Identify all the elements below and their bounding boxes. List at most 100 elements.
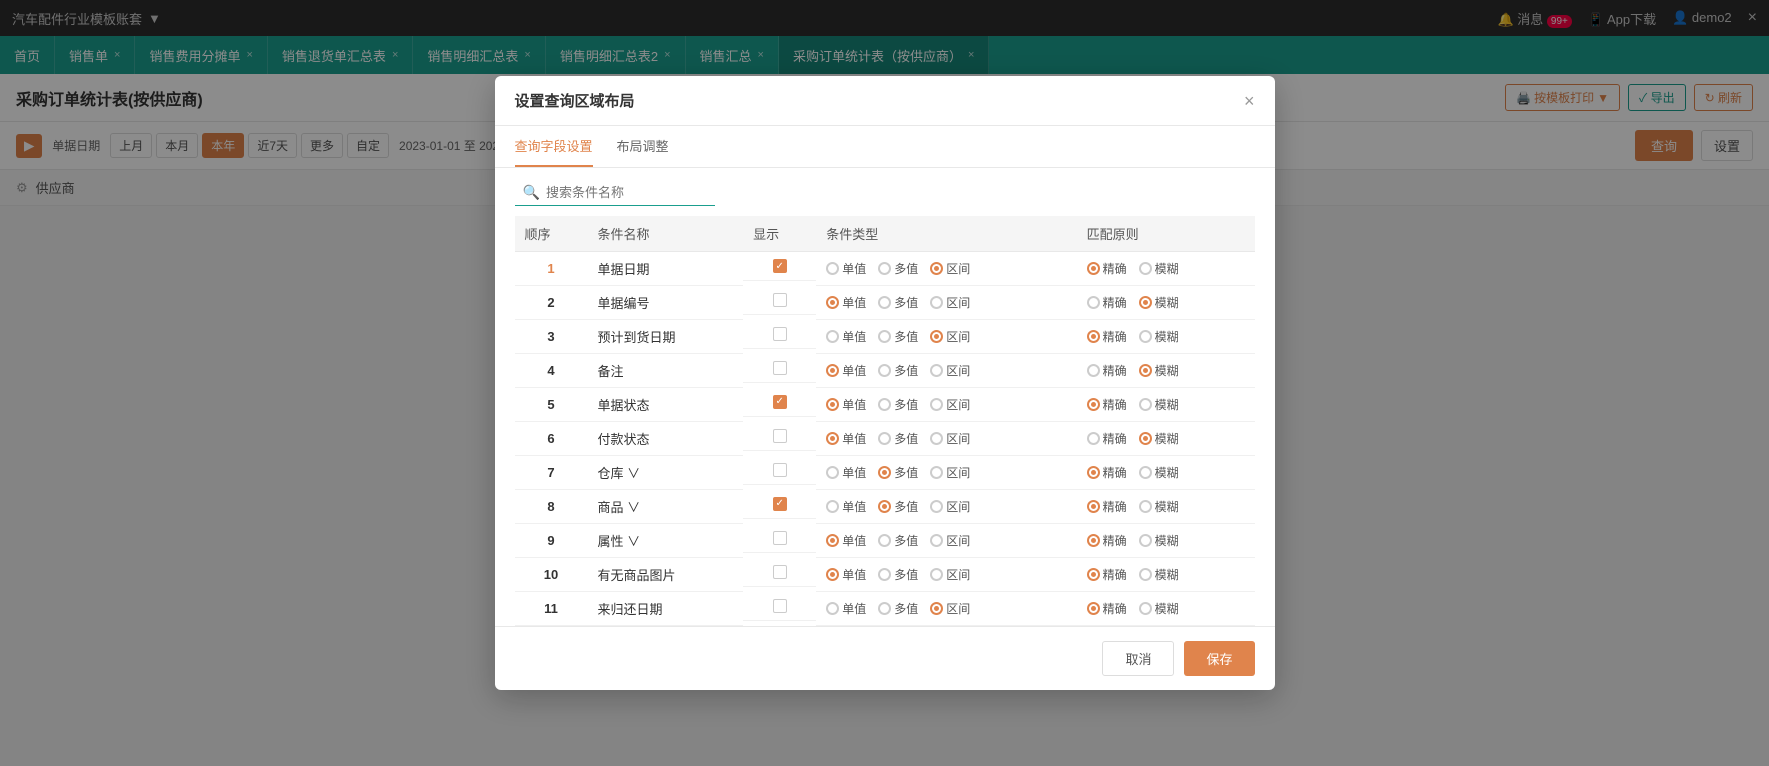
table-row: 3预计到货日期单值多值区间精确模糊 [515, 320, 1255, 354]
row-type: 单值多值区间 [816, 286, 1076, 320]
type-radio-多值[interactable]: 多值 [878, 498, 918, 515]
tab-layout-adjust[interactable]: 布局调整 [617, 126, 669, 167]
type-radio-区间[interactable]: 区间 [930, 396, 970, 413]
match-radio-精确[interactable]: 精确 [1087, 464, 1127, 481]
row-index: 10 [515, 558, 588, 592]
cancel-button[interactable]: 取消 [1102, 641, 1174, 676]
row-name: 备注 [588, 354, 744, 388]
type-radio-单值[interactable]: 单值 [826, 600, 866, 617]
type-radio-多值[interactable]: 多值 [878, 566, 918, 583]
display-checkbox[interactable] [773, 463, 787, 477]
match-radio-模糊[interactable]: 模糊 [1139, 260, 1179, 277]
type-radio-多值[interactable]: 多值 [878, 430, 918, 447]
match-radio-模糊[interactable]: 模糊 [1139, 600, 1179, 617]
type-radio-单值[interactable]: 单值 [826, 498, 866, 515]
modal-overlay: 设置查询区域布局 × 查询字段设置 布局调整 🔍 顺序 条件名称 显示 [0, 0, 1769, 766]
match-radio-精确[interactable]: 精确 [1087, 260, 1127, 277]
type-radio-单值[interactable]: 单值 [826, 260, 866, 277]
row-display[interactable] [743, 558, 816, 587]
match-radio-精确[interactable]: 精确 [1087, 566, 1127, 583]
type-radio-单值[interactable]: 单值 [826, 566, 866, 583]
match-radio-模糊[interactable]: 模糊 [1139, 362, 1179, 379]
display-checkbox[interactable] [773, 565, 787, 579]
type-radio-多值[interactable]: 多值 [878, 464, 918, 481]
row-type: 单值多值区间 [816, 422, 1076, 456]
type-radio-区间[interactable]: 区间 [930, 600, 970, 617]
type-radio-多值[interactable]: 多值 [878, 362, 918, 379]
match-radio-精确[interactable]: 精确 [1087, 498, 1127, 515]
table-row: 11来归还日期单值多值区间精确模糊 [515, 592, 1255, 626]
row-type: 单值多值区间 [816, 524, 1076, 558]
type-radio-单值[interactable]: 单值 [826, 464, 866, 481]
display-checkbox[interactable] [773, 531, 787, 545]
type-radio-多值[interactable]: 多值 [878, 260, 918, 277]
row-type: 单值多值区间 [816, 490, 1076, 524]
type-radio-区间[interactable]: 区间 [930, 532, 970, 549]
table-row: 4备注单值多值区间精确模糊 [515, 354, 1255, 388]
match-radio-精确[interactable]: 精确 [1087, 294, 1127, 311]
type-radio-单值[interactable]: 单值 [826, 294, 866, 311]
display-checkbox[interactable] [773, 327, 787, 341]
type-radio-多值[interactable]: 多值 [878, 294, 918, 311]
match-radio-模糊[interactable]: 模糊 [1139, 464, 1179, 481]
display-checkbox[interactable]: ✓ [773, 259, 787, 273]
row-display[interactable] [743, 422, 816, 451]
type-radio-区间[interactable]: 区间 [930, 498, 970, 515]
match-radio-精确[interactable]: 精确 [1087, 328, 1127, 345]
type-radio-单值[interactable]: 单值 [826, 362, 866, 379]
type-radio-多值[interactable]: 多值 [878, 328, 918, 345]
row-display[interactable]: ✓ [743, 490, 816, 519]
match-radio-精确[interactable]: 精确 [1087, 396, 1127, 413]
type-radio-多值[interactable]: 多值 [878, 532, 918, 549]
match-radio-模糊[interactable]: 模糊 [1139, 396, 1179, 413]
display-checkbox[interactable] [773, 429, 787, 443]
row-type: 单值多值区间 [816, 592, 1076, 626]
display-checkbox[interactable]: ✓ [773, 497, 787, 511]
match-radio-模糊[interactable]: 模糊 [1139, 328, 1179, 345]
row-match: 精确模糊 [1077, 490, 1255, 524]
row-display[interactable]: ✓ [743, 388, 816, 417]
dialog-close-icon[interactable]: × [1244, 92, 1255, 110]
match-radio-精确[interactable]: 精确 [1087, 600, 1127, 617]
type-radio-区间[interactable]: 区间 [930, 430, 970, 447]
match-radio-模糊[interactable]: 模糊 [1139, 532, 1179, 549]
display-checkbox[interactable] [773, 599, 787, 613]
row-display[interactable] [743, 592, 816, 621]
row-name: 有无商品图片 [588, 558, 744, 592]
type-radio-区间[interactable]: 区间 [930, 362, 970, 379]
row-match: 精确模糊 [1077, 354, 1255, 388]
row-match: 精确模糊 [1077, 252, 1255, 286]
row-display[interactable]: ✓ [743, 252, 816, 281]
row-index: 6 [515, 422, 588, 456]
match-radio-模糊[interactable]: 模糊 [1139, 498, 1179, 515]
type-radio-单值[interactable]: 单值 [826, 396, 866, 413]
row-display[interactable] [743, 286, 816, 315]
match-radio-精确[interactable]: 精确 [1087, 532, 1127, 549]
row-display[interactable] [743, 524, 816, 553]
tab-query-fields[interactable]: 查询字段设置 [515, 126, 593, 167]
type-radio-单值[interactable]: 单值 [826, 532, 866, 549]
type-radio-区间[interactable]: 区间 [930, 328, 970, 345]
match-radio-模糊[interactable]: 模糊 [1139, 566, 1179, 583]
type-radio-多值[interactable]: 多值 [878, 396, 918, 413]
type-radio-多值[interactable]: 多值 [878, 600, 918, 617]
match-radio-模糊[interactable]: 模糊 [1139, 294, 1179, 311]
type-radio-单值[interactable]: 单值 [826, 430, 866, 447]
type-radio-区间[interactable]: 区间 [930, 464, 970, 481]
row-display[interactable] [743, 320, 816, 349]
match-radio-精确[interactable]: 精确 [1087, 362, 1127, 379]
type-radio-单值[interactable]: 单值 [826, 328, 866, 345]
match-radio-精确[interactable]: 精确 [1087, 430, 1127, 447]
display-checkbox[interactable] [773, 361, 787, 375]
type-radio-区间[interactable]: 区间 [930, 294, 970, 311]
type-radio-区间[interactable]: 区间 [930, 260, 970, 277]
row-match: 精确模糊 [1077, 524, 1255, 558]
row-display[interactable] [743, 456, 816, 485]
search-input[interactable] [546, 185, 696, 200]
display-checkbox[interactable]: ✓ [773, 395, 787, 409]
save-button[interactable]: 保存 [1184, 641, 1254, 676]
type-radio-区间[interactable]: 区间 [930, 566, 970, 583]
display-checkbox[interactable] [773, 293, 787, 307]
match-radio-模糊[interactable]: 模糊 [1139, 430, 1179, 447]
row-display[interactable] [743, 354, 816, 383]
